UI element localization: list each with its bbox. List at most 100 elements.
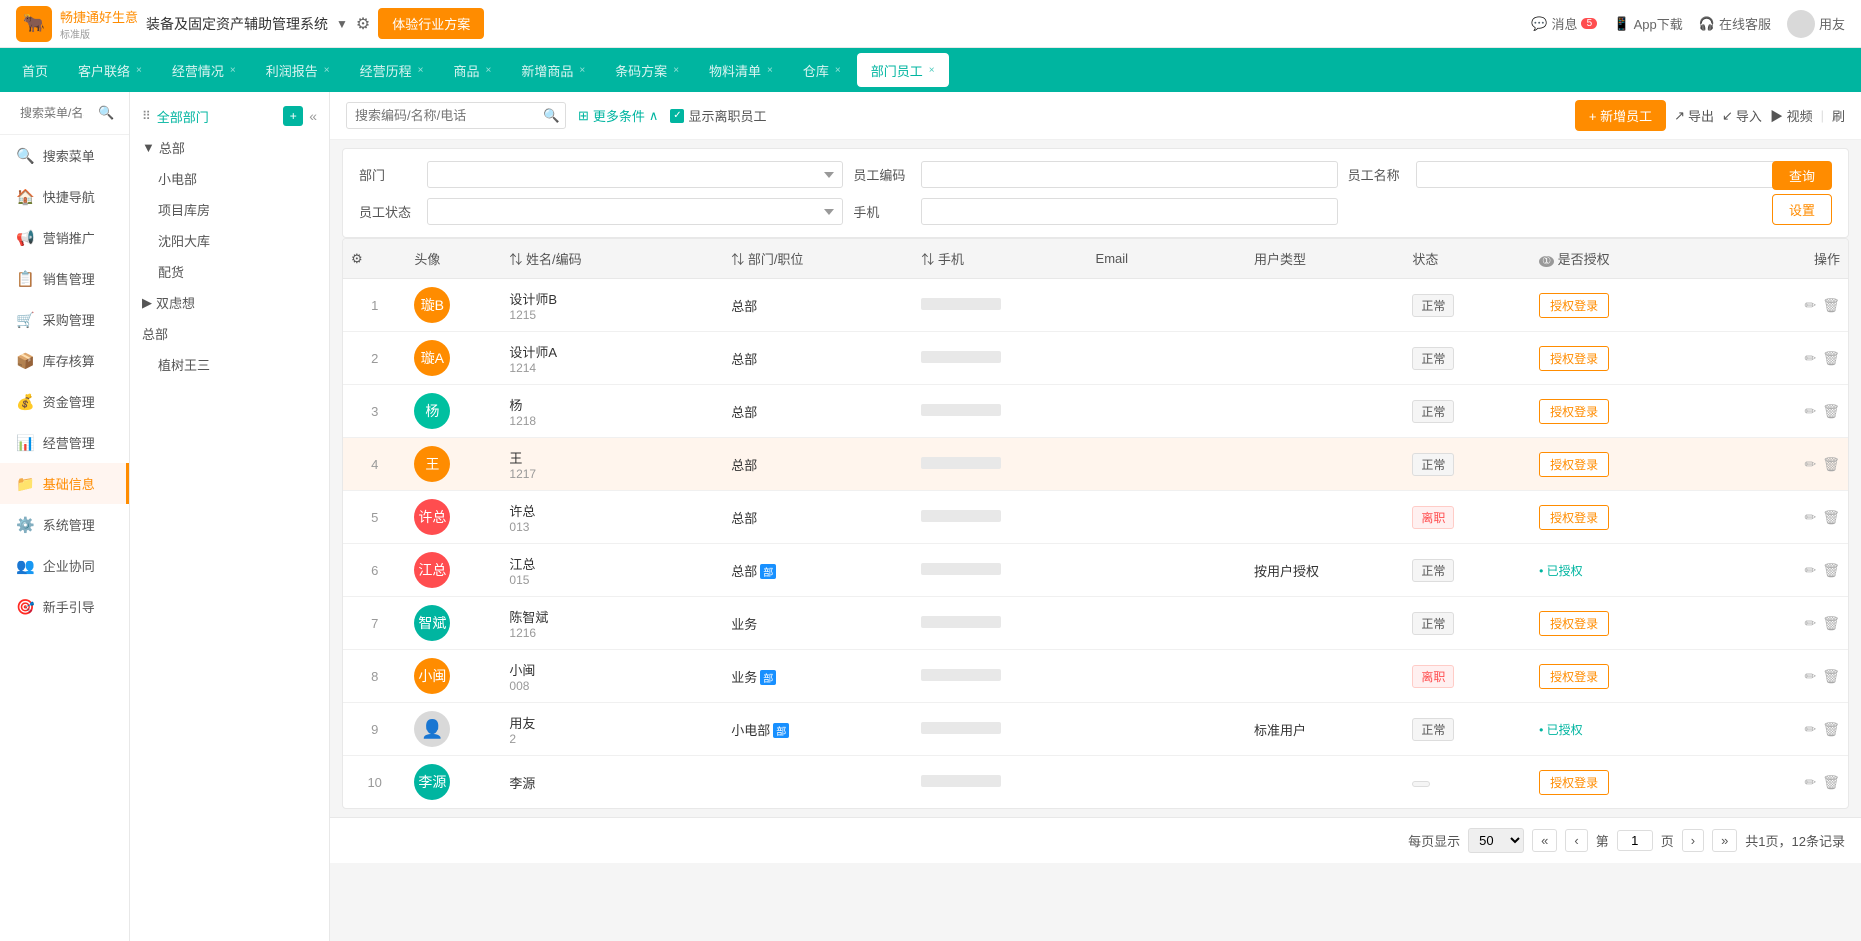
delete-icon[interactable]: 🗑 [1822,721,1840,737]
view-btn[interactable]: ▶ 视频 [1770,106,1813,125]
edit-icon[interactable]: ✏ [1804,774,1816,790]
tab-goods[interactable]: 商品× [439,53,505,87]
delete-icon[interactable]: 🗑 [1822,297,1840,313]
tab-close-customer[interactable]: × [136,65,142,76]
tree-item-shuanglv[interactable]: ▶ 双虑想 [130,287,329,318]
edit-icon[interactable]: ✏ [1804,509,1816,525]
delete-icon[interactable]: 🗑 [1822,456,1840,472]
tab-new-goods[interactable]: 新增商品× [507,53,599,87]
sidebar-item-basic[interactable]: 📁 基础信息 [0,463,129,504]
auth-login-btn[interactable]: 授权登录 [1539,770,1609,795]
auth-login-btn[interactable]: 授权登录 [1539,664,1609,689]
delete-icon[interactable]: 🗑 [1822,774,1840,790]
page-input[interactable] [1617,830,1653,851]
settings-gear-btn[interactable]: ⚙ [356,14,370,34]
tab-close-goods[interactable]: × [485,65,491,76]
page-size-select[interactable]: 50 20 100 [1468,828,1524,853]
delete-icon[interactable]: 🗑 [1822,668,1840,684]
tab-close-operation[interactable]: × [230,65,236,76]
tree-item-project[interactable]: 项目库房 [130,194,329,225]
edit-icon[interactable]: ✏ [1804,456,1816,472]
edit-icon[interactable]: ✏ [1804,615,1816,631]
tab-close-barcode[interactable]: × [673,65,679,76]
filter-empstatus-select[interactable] [427,198,843,225]
tab-close-profit[interactable]: × [324,65,330,76]
tree-collapse-btn[interactable]: « [309,106,317,126]
tree-add-btn[interactable]: + [283,106,303,126]
tree-item-small-elec[interactable]: 小电部 [130,163,329,194]
tab-close-bom[interactable]: × [767,65,773,76]
auth-login-btn[interactable]: 授权登录 [1539,293,1609,318]
delete-icon[interactable]: 🗑 [1822,562,1840,578]
delete-icon[interactable]: 🗑 [1822,403,1840,419]
auth-login-btn[interactable]: 授权登录 [1539,452,1609,477]
tab-customer[interactable]: 客户联络× [64,53,156,87]
last-page-btn[interactable]: » [1712,829,1737,852]
tab-profit[interactable]: 利润报告× [252,53,344,87]
system-dropdown-btn[interactable]: ▼ [336,17,348,31]
tab-bom[interactable]: 物料清单× [695,53,787,87]
edit-icon[interactable]: ✏ [1804,297,1816,313]
delete-icon[interactable]: 🗑 [1822,615,1840,631]
query-btn[interactable]: 查询 [1772,161,1832,190]
col-name[interactable]: ⇅ 姓名/编码 [501,239,723,279]
search-submit-btn[interactable]: 🔍 [543,108,560,124]
message-btn[interactable]: 💬 消息 5 [1531,14,1597,33]
edit-icon[interactable]: ✏ [1804,350,1816,366]
tab-close-history[interactable]: × [418,65,424,76]
sidebar-search-input[interactable] [12,102,92,124]
tab-close-department[interactable]: × [929,65,935,76]
filter-empcode-input[interactable] [921,161,1337,188]
sidebar-item-business[interactable]: 📊 经营管理 [0,422,129,463]
tree-item-peihhuo[interactable]: 配货 [130,256,329,287]
more-action-btn[interactable]: 刷 [1832,106,1845,125]
export-btn[interactable]: ↗ 导出 [1674,106,1714,125]
sidebar-item-search[interactable]: 🔍 搜索菜单 [0,135,129,176]
edit-icon[interactable]: ✏ [1804,668,1816,684]
prev-page-btn[interactable]: ‹ [1565,829,1587,852]
col-settings[interactable]: ⚙ [343,239,406,279]
tree-item-zhishu[interactable]: 植树王三 [130,349,329,380]
first-page-btn[interactable]: « [1532,829,1557,852]
auth-login-btn[interactable]: 授权登录 [1539,505,1609,530]
sidebar-item-finance[interactable]: 💰 资金管理 [0,381,129,422]
filter-dept-select[interactable] [427,161,843,188]
tab-home[interactable]: 首页 [8,53,62,87]
auth-login-btn[interactable]: 授权登录 [1539,399,1609,424]
sidebar-item-marketing[interactable]: 📢 营销推广 [0,217,129,258]
tab-department[interactable]: 部门员工× [857,53,949,87]
sidebar-item-purchase[interactable]: 🛒 采购管理 [0,299,129,340]
set-btn[interactable]: 设置 [1772,194,1832,225]
tab-warehouse[interactable]: 仓库× [789,53,855,87]
auth-login-btn[interactable]: 授权登录 [1539,611,1609,636]
tab-close-warehouse[interactable]: × [835,65,841,76]
tab-close-new-goods[interactable]: × [579,65,585,76]
import-btn[interactable]: ↙ 导入 [1722,106,1762,125]
filter-phone-input[interactable] [921,198,1337,225]
add-employee-btn[interactable]: + 新增员工 [1575,100,1666,131]
online-service-btn[interactable]: 🎧 在线客服 [1699,14,1771,33]
sidebar-item-system[interactable]: ⚙️ 系统管理 [0,504,129,545]
search-input[interactable] [346,102,566,129]
edit-icon[interactable]: ✏ [1804,562,1816,578]
tree-item-zongbu[interactable]: 总部 [130,318,329,349]
sidebar-item-collab[interactable]: 👥 企业协同 [0,545,129,586]
tree-item-headquarters[interactable]: ▼ 总部 [130,132,329,163]
col-phone[interactable]: ⇅ 手机 [913,239,1087,279]
delete-icon[interactable]: 🗑 [1822,350,1840,366]
col-dept[interactable]: ⇅ 部门/职位 [723,239,913,279]
delete-icon[interactable]: 🗑 [1822,509,1840,525]
tab-history[interactable]: 经营历程× [346,53,438,87]
sidebar-item-guide[interactable]: 🎯 新手引导 [0,586,129,627]
next-page-btn[interactable]: › [1682,829,1704,852]
filter-empname-input[interactable] [1416,161,1832,188]
edit-icon[interactable]: ✏ [1804,721,1816,737]
show-resigned-toggle[interactable]: ✓ 显示离职员工 [670,106,766,125]
trial-btn[interactable]: 体验行业方案 [378,8,484,39]
sidebar-item-sales[interactable]: 📋 销售管理 [0,258,129,299]
edit-icon[interactable]: ✏ [1804,403,1816,419]
tree-item-shenyang[interactable]: 沈阳大库 [130,225,329,256]
tab-barcode[interactable]: 条码方案× [601,53,693,87]
more-conditions-btn[interactable]: ⊞ 更多条件 ∧ [578,106,658,125]
tab-operation[interactable]: 经营情况× [158,53,250,87]
